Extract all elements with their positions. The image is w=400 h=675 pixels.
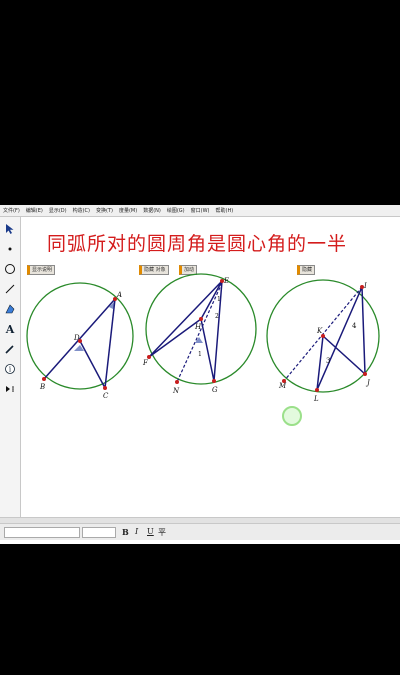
- cursor-highlight: [282, 406, 302, 426]
- point-j[interactable]: [363, 372, 367, 376]
- label-angle-1-top: 1: [217, 296, 221, 303]
- figure-3: I K M L J 3 4: [266, 279, 380, 403]
- label-g: G: [212, 386, 218, 394]
- figure-1: A D B C: [26, 282, 134, 400]
- menu-data[interactable]: 数据(N): [143, 207, 161, 214]
- label-h: H: [194, 323, 202, 331]
- menu-transform[interactable]: 变换(T): [96, 207, 113, 214]
- label-angle-1-bottom: 1: [198, 351, 202, 358]
- point-g[interactable]: [212, 379, 216, 383]
- menu-help[interactable]: 帮助(H): [216, 207, 234, 214]
- point-l[interactable]: [315, 388, 319, 392]
- menu-window[interactable]: 窗口(W): [191, 207, 210, 214]
- segment-dc[interactable]: [79, 340, 106, 389]
- info-tool-icon[interactable]: i: [2, 361, 18, 377]
- custom-tool-icon[interactable]: [2, 381, 18, 397]
- menu-graph[interactable]: 绘图(G): [167, 207, 185, 214]
- font-size-select[interactable]: [82, 527, 116, 538]
- page-title: 同弧所对的圆周角是圆心角的一半: [47, 233, 348, 255]
- label-a: A: [116, 291, 122, 299]
- marker-tool-icon[interactable]: [2, 341, 18, 357]
- arrow-select-icon[interactable]: [2, 221, 18, 237]
- menu-construct[interactable]: 构造(C): [73, 207, 90, 214]
- font-family-select[interactable]: [4, 527, 80, 538]
- label-angle-2: 2: [215, 313, 219, 320]
- text-format-bar: B I U 平: [0, 523, 400, 540]
- segment-ac[interactable]: [104, 298, 116, 389]
- compass-tool-icon[interactable]: [2, 261, 18, 277]
- point-h[interactable]: [199, 317, 203, 321]
- label-k: K: [316, 327, 323, 335]
- label-angle-4: 4: [352, 322, 357, 330]
- point-n[interactable]: [175, 380, 179, 384]
- menu-display[interactable]: 显示(D): [49, 207, 67, 214]
- label-m: M: [278, 382, 287, 390]
- label-n: N: [172, 387, 180, 395]
- point-tool-icon[interactable]: [2, 241, 18, 257]
- italic-button[interactable]: I: [135, 527, 138, 536]
- bold-button[interactable]: B: [122, 527, 129, 537]
- label-j: J: [365, 379, 371, 387]
- label-l: L: [313, 395, 319, 403]
- label-b: B: [39, 383, 45, 391]
- text-tool-icon[interactable]: A: [2, 321, 18, 337]
- geometry-figures: A D B C E H F N G 1 2 1 I K M L J 3 4: [26, 273, 380, 403]
- underline-button[interactable]: U: [147, 527, 154, 536]
- polygon-tool-icon[interactable]: [2, 301, 18, 317]
- menu-measure[interactable]: 度量(M): [119, 207, 137, 214]
- sketchpad-window: 文件(F) 编辑(E) 显示(D) 构造(C) 变换(T) 度量(M) 数据(N…: [0, 205, 400, 544]
- menu-file[interactable]: 文件(F): [3, 207, 20, 214]
- label-i: I: [363, 282, 367, 290]
- point-c[interactable]: [103, 386, 107, 390]
- toolbox: A i: [0, 217, 21, 527]
- point-b[interactable]: [42, 377, 46, 381]
- figure-2: E H F N G 1 2 1: [142, 273, 257, 395]
- label-f: F: [142, 359, 149, 367]
- label-angle-3: 3: [326, 357, 330, 365]
- menu-bar: 文件(F) 编辑(E) 显示(D) 构造(C) 变换(T) 度量(M) 数据(N…: [0, 205, 400, 217]
- label-e: E: [223, 277, 229, 285]
- label-d: D: [73, 334, 80, 342]
- sketch-canvas[interactable]: 同弧所对的圆周角是圆心角的一半 显示说明 隐藏 对象 加动 隐藏 A D B C: [21, 217, 400, 523]
- symbol-button[interactable]: 平: [158, 527, 166, 538]
- segment-tool-icon[interactable]: [2, 281, 18, 297]
- path-iljki[interactable]: [316, 286, 366, 391]
- label-c: C: [103, 392, 109, 400]
- menu-edit[interactable]: 编辑(E): [26, 207, 43, 214]
